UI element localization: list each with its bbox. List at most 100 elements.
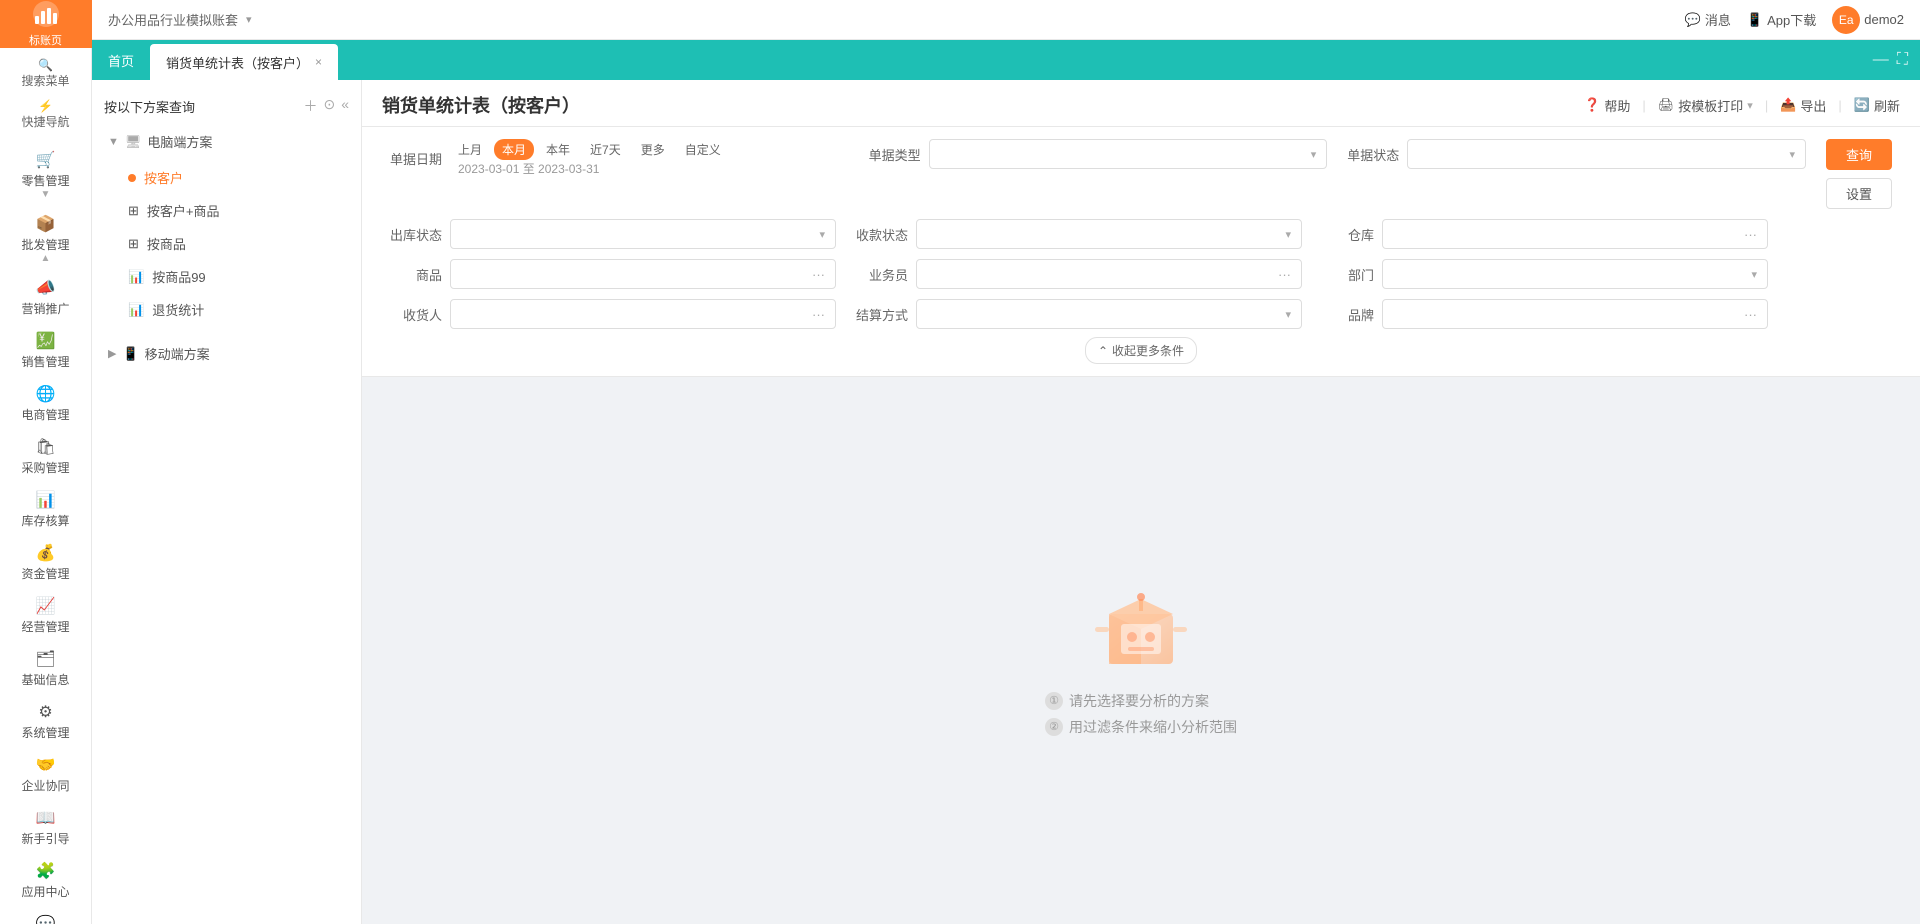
hint-text-2: 用过滤条件来缩小分析范围 bbox=[1069, 717, 1237, 737]
receipt-status-select[interactable]: ▾ bbox=[916, 219, 1302, 249]
date-range: 2023-03-01 至 2023-03-31 bbox=[458, 160, 729, 177]
bill-type-select[interactable]: ▾ bbox=[929, 139, 1328, 169]
empty-hint-2: ② 用过滤条件来缩小分析范围 bbox=[1045, 717, 1237, 737]
sidebar-item-system[interactable]: ⚙ 系统管理 bbox=[0, 694, 91, 747]
mobile-section-header[interactable]: ▶ 📱 移动端方案 bbox=[92, 338, 361, 369]
basic-icon: 🗂 bbox=[35, 649, 55, 669]
sidebar-item-enterprise[interactable]: 🤝 企业协同 bbox=[0, 747, 91, 800]
scheme-label: 退货统计 bbox=[152, 300, 204, 319]
date-tab-more[interactable]: 更多 bbox=[633, 139, 673, 160]
sidebar-item-label: 采购管理 bbox=[21, 459, 69, 476]
quick-nav[interactable]: ⚡ 快捷导航 bbox=[0, 93, 91, 134]
date-tab-last-month[interactable]: 上月 bbox=[450, 139, 490, 160]
sidebar-item-app[interactable]: 🧩 应用中心 bbox=[0, 853, 91, 906]
sidebar-item-finance[interactable]: 💰 资金管理 bbox=[0, 535, 91, 588]
export-action[interactable]: 📤 导出 bbox=[1780, 96, 1826, 115]
settings-button[interactable]: 设置 bbox=[1826, 178, 1892, 209]
brand-label: 标账页 bbox=[29, 32, 62, 48]
tabbar: 首页 销货单统计表（按客户） × — ⛶ bbox=[92, 40, 1920, 80]
scheme-by-goods99[interactable]: 📊 按商品99 bbox=[92, 260, 361, 293]
payment-select[interactable]: ▾ bbox=[916, 299, 1302, 329]
collapse-label: 收起更多条件 bbox=[1112, 342, 1184, 359]
sidebar-item-label: 批发管理 bbox=[21, 236, 69, 253]
collapse-panel-icon[interactable]: « bbox=[341, 96, 349, 116]
scheme-by-goods[interactable]: ⊞ 按商品 bbox=[92, 227, 361, 260]
date-tab-custom[interactable]: 自定义 bbox=[677, 139, 729, 160]
message-button[interactable]: 💬 消息 bbox=[1685, 10, 1731, 29]
pc-section-header[interactable]: ▼ 🖥 电脑端方案 bbox=[92, 126, 361, 157]
sidebar-item-marketing[interactable]: 📣 营销推广 bbox=[0, 270, 91, 323]
minimize-button[interactable]: — bbox=[1873, 51, 1889, 69]
hint-num-1: ① bbox=[1045, 692, 1063, 710]
help-action[interactable]: ❓ 帮助 bbox=[1584, 96, 1630, 115]
tabbar-actions: — ⛶ bbox=[1873, 51, 1920, 69]
pc-section-arrow: ▼ bbox=[108, 136, 119, 148]
message-label: 消息 bbox=[1705, 10, 1731, 29]
query-button[interactable]: 查询 bbox=[1826, 139, 1892, 170]
dept-select[interactable]: ▾ bbox=[1382, 259, 1768, 289]
avatar-initials: Ea bbox=[1839, 13, 1854, 27]
goods-select[interactable]: ··· bbox=[450, 259, 836, 289]
dept-arrow: ▾ bbox=[1751, 268, 1757, 281]
sidebar-item-purchase[interactable]: 🛍 采购管理 bbox=[0, 429, 91, 482]
close-tab-button[interactable]: × bbox=[315, 55, 322, 69]
sidebar-item-operation[interactable]: 📈 经营管理 bbox=[0, 588, 91, 641]
sidebar-item-label: 应用中心 bbox=[21, 883, 69, 900]
search-menu[interactable]: 🔍 搜索菜单 bbox=[0, 48, 91, 93]
date-tab-7days[interactable]: 近7天 bbox=[582, 139, 629, 160]
settings-scheme-icon[interactable]: ⊙ bbox=[323, 96, 335, 116]
refresh-label: 刷新 bbox=[1874, 96, 1900, 115]
dropdown-arrow[interactable]: ▾ bbox=[246, 13, 252, 26]
sidebar-item-retail[interactable]: 🛒 零售管理 ▼ bbox=[0, 142, 91, 206]
scheme-by-customer[interactable]: 按客户 bbox=[92, 161, 361, 194]
pc-section-icon: 🖥 bbox=[125, 134, 142, 150]
print-action[interactable]: 🖨 按模板打印 ▾ bbox=[1658, 96, 1753, 115]
home-tab[interactable]: 首页 bbox=[92, 40, 150, 80]
expand-icon: ▼ bbox=[41, 189, 51, 200]
salesperson-select[interactable]: ··· bbox=[916, 259, 1302, 289]
app-download-button[interactable]: 📱 App下载 bbox=[1747, 10, 1816, 29]
date-tab-this-month[interactable]: 本月 bbox=[494, 139, 534, 160]
nav-icon: ⚡ bbox=[0, 99, 91, 113]
panel-header-icons: ＋ ⊙ « bbox=[303, 96, 349, 116]
sidebar-item-wechat[interactable]: 💬 企业微信 bbox=[0, 906, 91, 924]
brand-select[interactable]: ··· bbox=[1382, 299, 1768, 329]
collapse-button[interactable]: ⌃ 收起更多条件 bbox=[1085, 337, 1197, 364]
consignee-select[interactable]: ··· bbox=[450, 299, 836, 329]
finance-icon: 💰 bbox=[36, 543, 56, 563]
collapse-icon: ⌃ bbox=[1098, 344, 1108, 358]
app-logo: 办公用品行业模拟账套 标账页 bbox=[0, 0, 92, 48]
sidebar-item-guide[interactable]: 📖 新手引导 bbox=[0, 800, 91, 853]
hint-num-2: ② bbox=[1045, 718, 1063, 736]
add-scheme-icon[interactable]: ＋ bbox=[303, 96, 317, 116]
filter-area: 单据日期 上月 本月 本年 近7天 更多 自定义 20 bbox=[362, 127, 1920, 377]
date-tab-this-year[interactable]: 本年 bbox=[538, 139, 578, 160]
goods-label: 商品 bbox=[382, 265, 442, 284]
bill-status-select[interactable]: ▾ bbox=[1407, 139, 1806, 169]
maximize-button[interactable]: ⛶ bbox=[1897, 51, 1908, 69]
active-tab[interactable]: 销货单统计表（按客户） × bbox=[150, 44, 338, 80]
bill-type-label: 单据类型 bbox=[861, 145, 921, 164]
app-name: 办公用品行业模拟账套 bbox=[108, 10, 238, 29]
sidebar-item-ecom[interactable]: 🌐 电商管理 bbox=[0, 376, 91, 429]
active-indicator bbox=[128, 174, 136, 182]
sidebar-item-sales[interactable]: 💹 销售管理 bbox=[0, 323, 91, 376]
empty-hint-1: ① 请先选择要分析的方案 bbox=[1045, 691, 1237, 711]
sidebar-item-label: 企业协同 bbox=[21, 777, 69, 794]
refresh-action[interactable]: 🔄 刷新 bbox=[1854, 96, 1900, 115]
warehouse-label: 仓库 bbox=[1314, 225, 1374, 244]
out-status-select[interactable]: ▾ bbox=[450, 219, 836, 249]
pc-subsection: 按客户 ⊞ 按客户+商品 ⊞ 按商品 📊 按商品99 bbox=[92, 157, 361, 330]
scheme-by-customer-goods[interactable]: ⊞ 按客户+商品 bbox=[92, 194, 361, 227]
sidebar-item-basic[interactable]: 🗂 基础信息 bbox=[0, 641, 91, 694]
sidebar-item-wholesale[interactable]: 📦 批发管理 ▲ bbox=[0, 206, 91, 270]
user-menu[interactable]: Ea demo2 bbox=[1832, 6, 1904, 34]
sidebar-item-label: 基础信息 bbox=[21, 671, 69, 688]
payment-label: 结算方式 bbox=[848, 305, 908, 324]
sidebar-item-inventory[interactable]: 📊 库存核算 bbox=[0, 482, 91, 535]
warehouse-select[interactable]: ··· bbox=[1382, 219, 1768, 249]
mobile-arrow: ▶ bbox=[108, 347, 116, 360]
scheme-returns[interactable]: 📊 退货统计 bbox=[92, 293, 361, 326]
export-icon: 📤 bbox=[1780, 97, 1796, 113]
expand-icon: ▲ bbox=[41, 253, 51, 264]
